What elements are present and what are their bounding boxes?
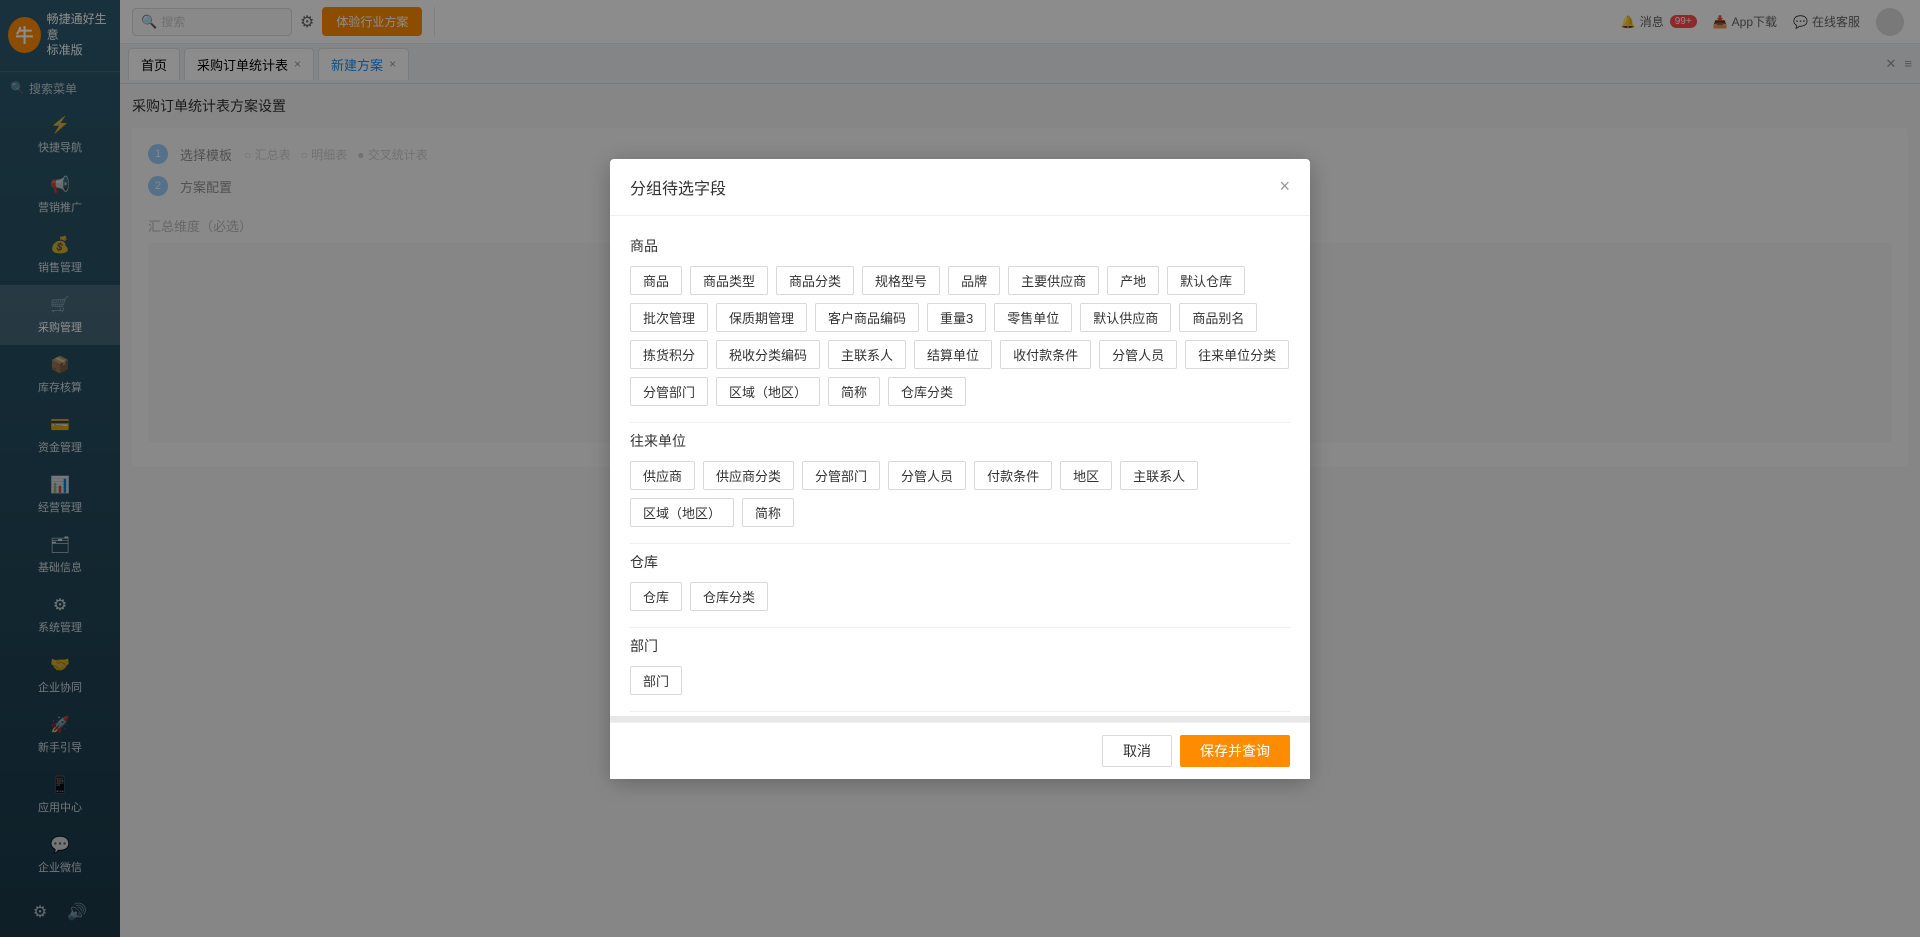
- tag-warehouse-category[interactable]: 仓库分类: [888, 377, 966, 406]
- modal-header: 分组待选字段 ×: [610, 159, 1310, 216]
- tag-goods-type[interactable]: 商品类型: [690, 266, 768, 295]
- tag-retail-unit[interactable]: 零售单位: [994, 303, 1072, 332]
- tag-settlement-unit[interactable]: 结算单位: [914, 340, 992, 369]
- tag-payment-terms[interactable]: 收付款条件: [1000, 340, 1091, 369]
- section-warehouse-title: 仓库: [630, 552, 1290, 572]
- section-partner: 往来单位 供应商 供应商分类 分管部门 分管人员 付款条件 地区 主联系人 区域…: [630, 431, 1290, 527]
- tag-goods-category[interactable]: 商品分类: [776, 266, 854, 295]
- field-select-modal: 分组待选字段 × 商品 商品 商品类型 商品分类 规格型号 品牌 主要供应商 产…: [610, 159, 1310, 779]
- cancel-button[interactable]: 取消: [1102, 735, 1172, 767]
- tag-batch-management[interactable]: 批次管理: [630, 303, 708, 332]
- tag-dept[interactable]: 分管部门: [630, 377, 708, 406]
- tag-payment-condition[interactable]: 付款条件: [974, 461, 1052, 490]
- confirm-button[interactable]: 保存并查询: [1180, 735, 1290, 767]
- warehouse-tags: 仓库 仓库分类: [630, 582, 1290, 611]
- tag-region-area[interactable]: 区域（地区）: [716, 377, 820, 406]
- tag-warehouse-cat[interactable]: 仓库分类: [690, 582, 768, 611]
- tag-partner-manager[interactable]: 分管人员: [888, 461, 966, 490]
- modal-footer: 取消 保存并查询: [610, 722, 1310, 779]
- horizontal-scrollbar[interactable]: [610, 716, 1310, 721]
- modal-close-button[interactable]: ×: [1279, 176, 1290, 197]
- tag-supplier-category[interactable]: 供应商分类: [703, 461, 794, 490]
- partner-tags: 供应商 供应商分类 分管部门 分管人员 付款条件 地区 主联系人 区域（地区） …: [630, 461, 1290, 527]
- divider-1: [630, 422, 1290, 423]
- tag-main-contact[interactable]: 主联系人: [828, 340, 906, 369]
- tag-default-warehouse[interactable]: 默认仓库: [1167, 266, 1245, 295]
- section-warehouse: 仓库 仓库 仓库分类: [630, 552, 1290, 611]
- tag-weight[interactable]: 重量3: [927, 303, 986, 332]
- modal-body[interactable]: 商品 商品 商品类型 商品分类 规格型号 品牌 主要供应商 产地 默认仓库 批次…: [610, 216, 1310, 717]
- tag-goods-alias[interactable]: 商品别名: [1179, 303, 1257, 332]
- divider-2: [630, 543, 1290, 544]
- tag-department[interactable]: 部门: [630, 666, 682, 695]
- tag-partner-contact[interactable]: 主联系人: [1120, 461, 1198, 490]
- tag-warehouse[interactable]: 仓库: [630, 582, 682, 611]
- divider-4: [630, 711, 1290, 712]
- tag-area[interactable]: 地区: [1060, 461, 1112, 490]
- tag-tax-code[interactable]: 税收分类编码: [716, 340, 820, 369]
- tag-expiry-management[interactable]: 保质期管理: [716, 303, 807, 332]
- section-department-title: 部门: [630, 636, 1290, 656]
- divider-3: [630, 627, 1290, 628]
- department-tags: 部门: [630, 666, 1290, 695]
- tag-partner-short[interactable]: 简称: [742, 498, 794, 527]
- tag-manager[interactable]: 分管人员: [1099, 340, 1177, 369]
- tag-brand[interactable]: 品牌: [948, 266, 1000, 295]
- goods-tags: 商品 商品类型 商品分类 规格型号 品牌 主要供应商 产地 默认仓库 批次管理 …: [630, 266, 1290, 406]
- tag-customer-code[interactable]: 客户商品编码: [815, 303, 919, 332]
- tag-partner-dept[interactable]: 分管部门: [802, 461, 880, 490]
- section-partner-title: 往来单位: [630, 431, 1290, 451]
- tag-partner-region[interactable]: 区域（地区）: [630, 498, 734, 527]
- section-goods-title: 商品: [630, 236, 1290, 256]
- tag-main-supplier[interactable]: 主要供应商: [1008, 266, 1099, 295]
- tag-spec-model[interactable]: 规格型号: [862, 266, 940, 295]
- tag-default-supplier[interactable]: 默认供应商: [1080, 303, 1171, 332]
- tag-short-name[interactable]: 简称: [828, 377, 880, 406]
- tag-origin[interactable]: 产地: [1107, 266, 1159, 295]
- modal-title: 分组待选字段: [630, 175, 726, 199]
- tag-goods[interactable]: 商品: [630, 266, 682, 295]
- tag-pick-score[interactable]: 拣货积分: [630, 340, 708, 369]
- tag-partner-category[interactable]: 往来单位分类: [1185, 340, 1289, 369]
- section-department: 部门 部门: [630, 636, 1290, 695]
- tag-supplier[interactable]: 供应商: [630, 461, 695, 490]
- section-goods: 商品 商品 商品类型 商品分类 规格型号 品牌 主要供应商 产地 默认仓库 批次…: [630, 236, 1290, 406]
